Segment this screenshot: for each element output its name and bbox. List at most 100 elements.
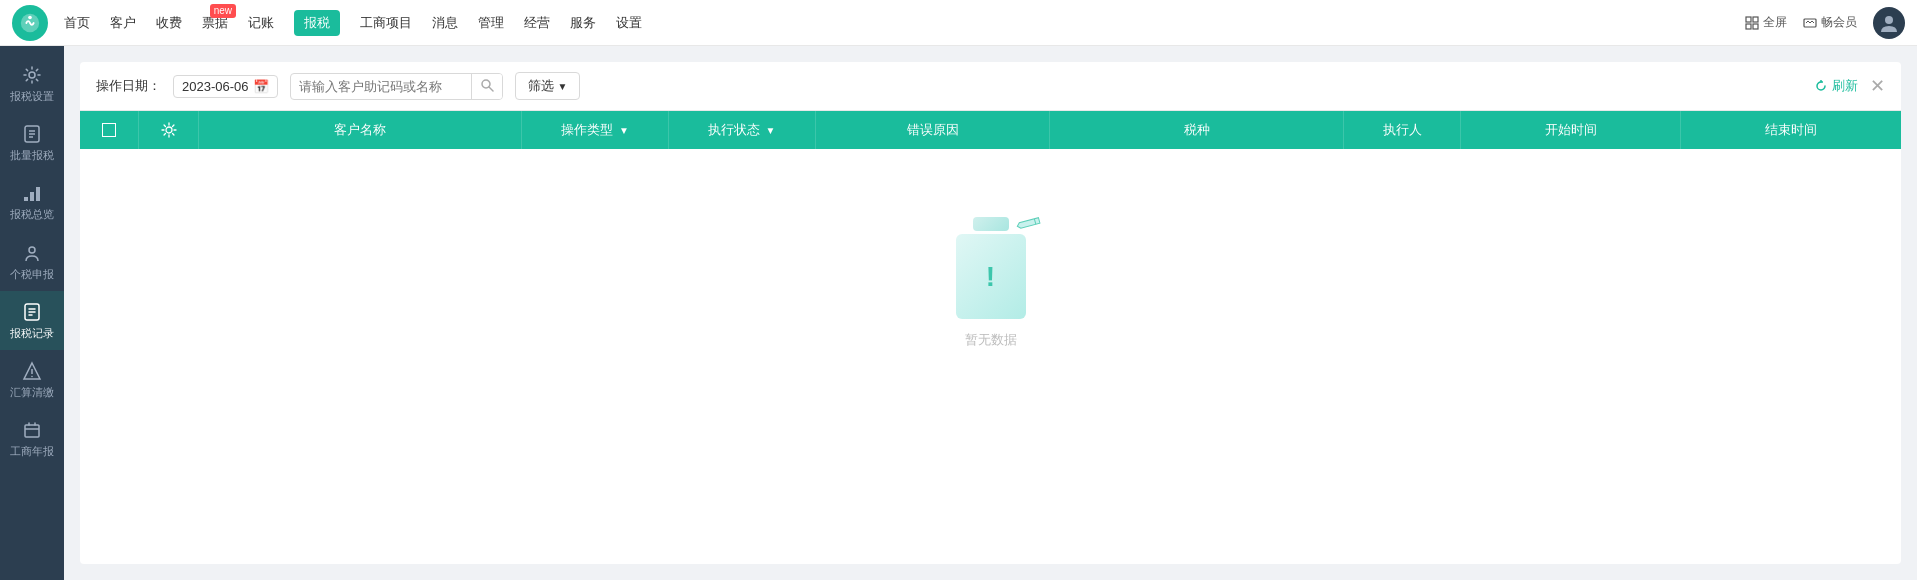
column-settings[interactable] <box>139 111 199 149</box>
filter-chevron-icon: ▼ <box>558 81 568 92</box>
col-type-label: 操作类型 <box>561 122 613 137</box>
sidebar: 报税设置 批量报税 报税总览 个税申报 报税记录 汇算清缴 工商年报 <box>0 46 64 580</box>
fullscreen-label: 全屏 <box>1763 14 1787 31</box>
svg-line-26 <box>489 87 493 91</box>
col-executor-label: 执行人 <box>1383 122 1422 137</box>
sidebar-item-personal-tax[interactable]: 个税申报 <box>0 232 64 291</box>
sidebar-label-tax-records: 报税记录 <box>10 327 54 340</box>
clipboard-body: ! <box>956 234 1026 319</box>
search-input[interactable] <box>291 75 471 98</box>
col-tax-label: 税种 <box>1184 122 1210 137</box>
sidebar-label-tax-settings: 报税设置 <box>10 90 54 103</box>
nav-menu: 首页客户收费票据new 记账报税工商项目消息管理经营服务设置 <box>64 10 1745 36</box>
nav-item-manage[interactable]: 管理 <box>478 10 504 36</box>
column-executor: 执行人 <box>1343 111 1460 149</box>
sidebar-item-tax-settings[interactable]: 报税设置 <box>0 54 64 113</box>
sidebar-label-batch-tax: 批量报税 <box>10 149 54 162</box>
table-header-row: 客户名称 操作类型 ▼ 执行状态 ▼ 错误原因 <box>80 111 1901 149</box>
content-area: 操作日期： 2023-06-06 📅 筛选 ▼ <box>64 46 1917 580</box>
svg-point-22 <box>31 376 33 378</box>
nav-item-collection[interactable]: 收费 <box>156 10 182 36</box>
column-tax-type: 税种 <box>1050 111 1343 149</box>
calendar-icon: 📅 <box>253 79 269 94</box>
nav-right-area: 全屏 畅会员 <box>1745 7 1905 39</box>
annual-report-icon <box>21 419 43 441</box>
vip-button[interactable]: 畅会员 <box>1803 14 1857 31</box>
clipboard-clip <box>973 217 1009 231</box>
svg-rect-23 <box>25 425 39 437</box>
svg-point-8 <box>29 72 35 78</box>
tax-summary-icon <box>21 182 43 204</box>
tax-settings-icon <box>21 64 43 86</box>
close-button[interactable]: ✕ <box>1870 77 1885 95</box>
column-exec-status: 执行状态 ▼ <box>668 111 815 149</box>
sidebar-item-tax-summary[interactable]: 报税总览 <box>0 172 64 231</box>
nav-item-operation[interactable]: 经营 <box>524 10 550 36</box>
column-end-time: 结束时间 <box>1681 111 1901 149</box>
svg-rect-3 <box>1753 17 1758 22</box>
sidebar-item-annual-report[interactable]: 工商年报 <box>0 409 64 468</box>
sidebar-item-tax-records[interactable]: 报税记录 <box>0 291 64 350</box>
app-logo[interactable] <box>12 5 48 41</box>
sidebar-label-annual-report: 工商年报 <box>10 445 54 458</box>
col-error-label: 错误原因 <box>907 122 959 137</box>
sidebar-label-personal-tax: 个税申报 <box>10 268 54 281</box>
column-client: 客户名称 <box>199 111 522 149</box>
svg-rect-5 <box>1753 24 1758 29</box>
nav-item-service[interactable]: 服务 <box>570 10 596 36</box>
status-filter-icon[interactable]: ▼ <box>766 125 776 136</box>
nav-item-customer[interactable]: 客户 <box>110 10 136 36</box>
empty-illustration: ! <box>941 209 1041 319</box>
filter-button[interactable]: 筛选 ▼ <box>515 72 581 100</box>
empty-state: ! 暂无数据 <box>80 149 1901 389</box>
sidebar-item-batch-tax[interactable]: 批量报税 <box>0 113 64 172</box>
main-layout: 报税设置 批量报税 报税总览 个税申报 报税记录 汇算清缴 工商年报 操作日期：… <box>0 46 1917 580</box>
refresh-label: 刷新 <box>1832 77 1858 95</box>
refresh-button[interactable]: 刷新 <box>1814 77 1858 95</box>
personal-tax-icon <box>21 242 43 264</box>
nav-item-business[interactable]: 工商项目 <box>360 10 412 36</box>
filter-label: 筛选 <box>528 77 554 95</box>
col-status-label: 执行状态 <box>708 122 760 137</box>
empty-text: 暂无数据 <box>965 331 1017 349</box>
svg-rect-2 <box>1746 17 1751 22</box>
sidebar-item-settlement[interactable]: 汇算清缴 <box>0 350 64 409</box>
records-table: 客户名称 操作类型 ▼ 执行状态 ▼ 错误原因 <box>80 111 1901 149</box>
svg-rect-4 <box>1746 24 1751 29</box>
top-navigation: 首页客户收费票据new 记账报税工商项目消息管理经营服务设置 全屏 畅会员 <box>0 0 1917 46</box>
type-filter-icon[interactable]: ▼ <box>619 125 629 136</box>
svg-point-7 <box>1885 16 1893 24</box>
toolbar: 操作日期： 2023-06-06 📅 筛选 ▼ <box>80 62 1901 111</box>
date-value: 2023-06-06 <box>182 79 249 94</box>
date-picker[interactable]: 2023-06-06 📅 <box>173 75 278 98</box>
user-avatar[interactable] <box>1873 7 1905 39</box>
exclamation-mark: ! <box>986 261 995 293</box>
svg-rect-14 <box>30 192 34 201</box>
column-checkbox[interactable] <box>80 111 139 149</box>
batch-tax-icon <box>21 123 43 145</box>
nav-item-bookkeeping[interactable]: 记账 <box>248 10 274 36</box>
sidebar-label-tax-summary: 报税总览 <box>10 208 54 221</box>
search-button[interactable] <box>471 74 502 99</box>
nav-item-message[interactable]: 消息 <box>432 10 458 36</box>
svg-rect-15 <box>36 187 40 201</box>
column-op-type: 操作类型 ▼ <box>522 111 669 149</box>
column-start-time: 开始时间 <box>1461 111 1681 149</box>
col-client-label: 客户名称 <box>334 122 386 137</box>
date-label: 操作日期： <box>96 77 161 95</box>
fullscreen-button[interactable]: 全屏 <box>1745 14 1787 31</box>
select-all-checkbox[interactable] <box>102 123 116 137</box>
svg-rect-13 <box>24 197 28 201</box>
nav-item-invoice[interactable]: 票据new <box>202 10 228 36</box>
tax-records-icon <box>21 301 43 323</box>
nav-item-tax[interactable]: 报税 <box>294 10 340 36</box>
settlement-icon <box>21 360 43 382</box>
svg-point-16 <box>29 247 35 253</box>
vip-label: 畅会员 <box>1821 14 1857 31</box>
col-end-label: 结束时间 <box>1765 122 1817 137</box>
column-error-reason: 错误原因 <box>815 111 1050 149</box>
svg-point-27 <box>166 127 172 133</box>
svg-point-1 <box>28 15 32 19</box>
nav-item-settings[interactable]: 设置 <box>616 10 642 36</box>
nav-item-home[interactable]: 首页 <box>64 10 90 36</box>
